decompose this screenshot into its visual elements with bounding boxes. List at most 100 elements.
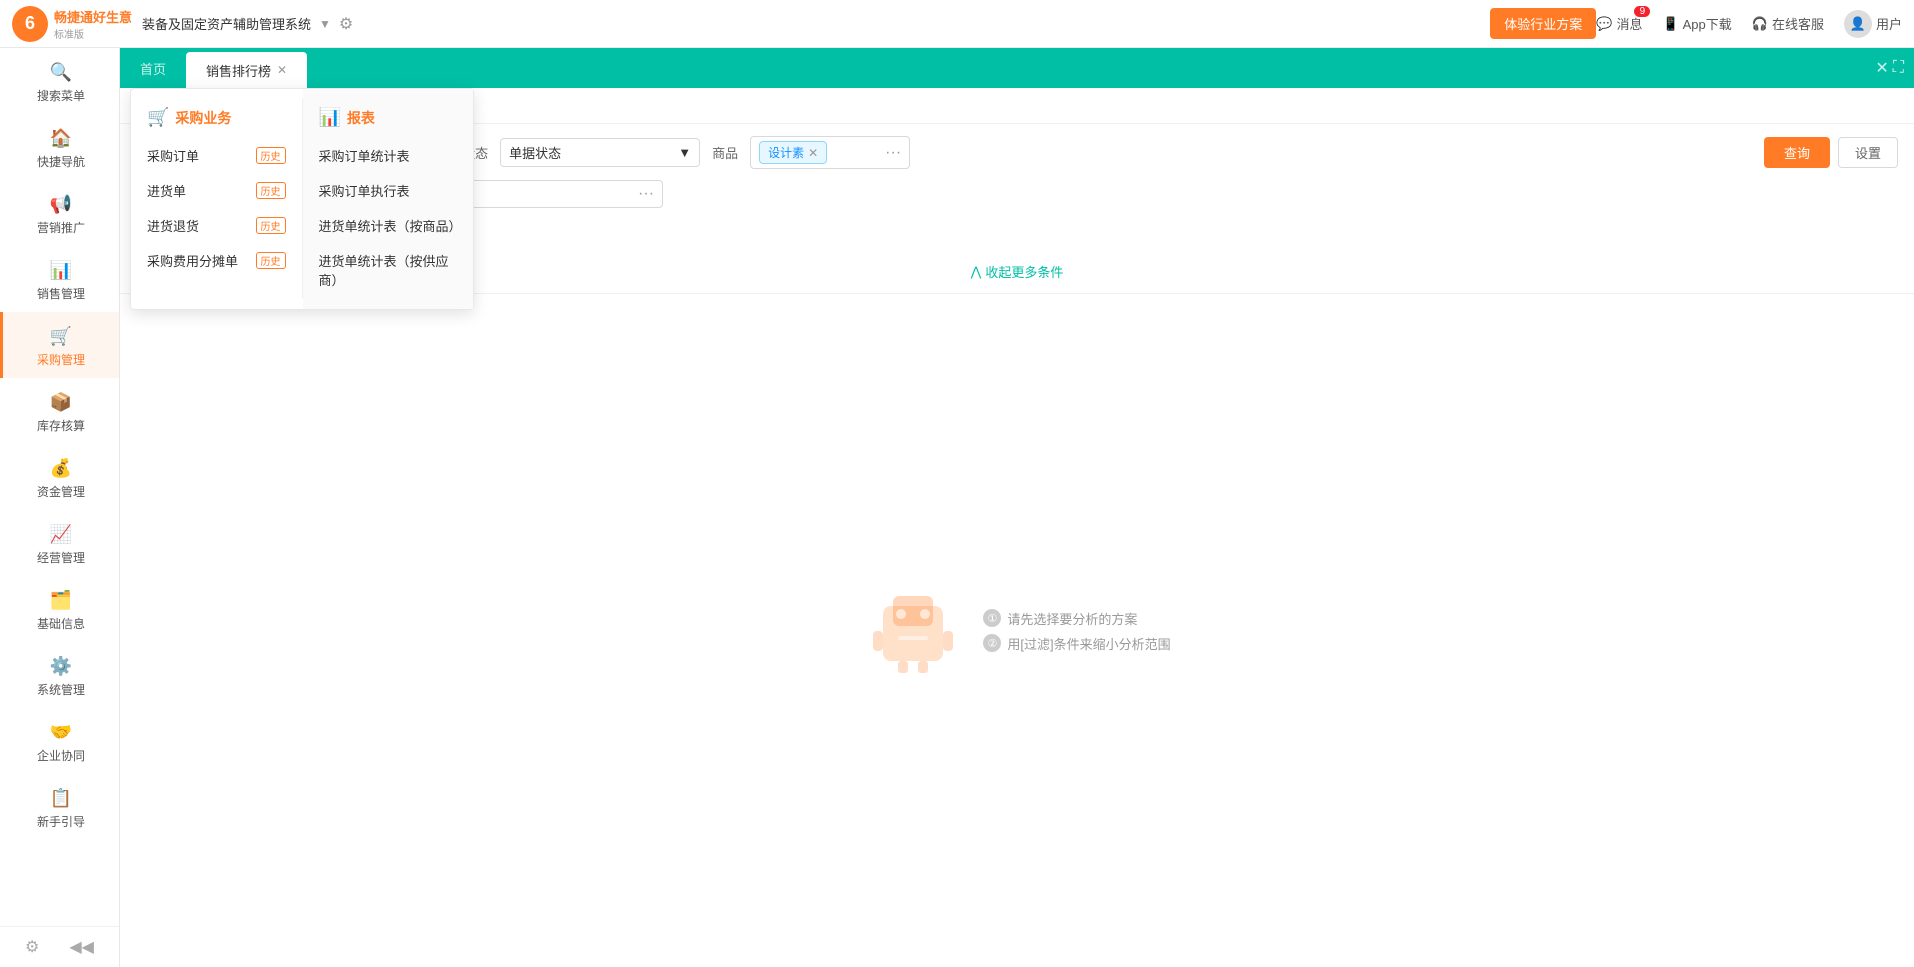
sidebar-label-sales: 销售管理 [37,285,85,302]
search-icon: 🔍 [50,62,72,83]
empty-text: ① 请先选择要分析的方案 ② 用[过滤]条件来缩小分析范围 [983,609,1170,653]
online-service-label: 在线客服 [1772,14,1824,33]
tab-resize-icon[interactable]: ⛶ [1893,59,1904,77]
purchase-dropdown-menu: 🛒 采购业务 采购订单 历史 进货单 历史 进货退货 历史 采购费用分摊单 [130,88,474,310]
sales-icon: 📊 [50,260,72,281]
salesperson-dots[interactable]: ··· [638,185,654,203]
goods-tag: 设计素 ✕ [759,141,827,164]
goods-label: 商品 [712,143,738,162]
sidebar-item-system[interactable]: ⚙️ 系统管理 [0,642,119,708]
tab-bar: 首页 销售排行榜 ✕ ✕ ⛶ [120,48,1914,88]
collapse-label: 收起更多条件 [985,262,1063,281]
salesperson-select[interactable]: ··· [463,180,663,208]
sidebar-item-finance[interactable]: 💰 资金管理 [0,444,119,510]
message-icon: 💬 [1596,16,1612,32]
logo-icon: 6 [12,6,48,42]
dropdown-purchase-header: 🛒 采购业务 [131,101,302,138]
sidebar-item-purchase[interactable]: 🛒 采购管理 [0,312,119,378]
report-item-1-label: 采购订单执行表 [319,181,410,200]
dropdown-item-purchase-order-exec[interactable]: 采购订单执行表 [303,173,474,208]
sidebar-label-marketing: 营销推广 [37,219,85,236]
goods-dots[interactable]: ··· [885,144,901,162]
set-button[interactable]: 设置 [1838,137,1898,168]
sidebar-item-guide[interactable]: 📋 新手引导 [0,774,119,840]
sidebar-item-inventory[interactable]: 📦 库存核算 [0,378,119,444]
sidebar-item-quick-nav[interactable]: 🏠 快捷导航 [0,114,119,180]
dropdown-item-purchase-goods[interactable]: 进货单 历史 [131,173,302,208]
main-area: 首页 销售排行榜 ✕ ✕ ⛶ ❓ 帮助 🖨 按模板打印 [120,48,1914,967]
sidebar-item-search[interactable]: 🔍 搜索菜单 [0,48,119,114]
purchase-goods-hist: 历史 [256,182,286,199]
dropdown-item-purchase-order[interactable]: 采购订单 历史 [131,138,302,173]
purchase-expense-hist: 历史 [256,252,286,269]
empty-robot-icon [863,586,963,676]
logo-text: 畅捷通好生意 标准版 [54,7,132,41]
empty-content: ① 请先选择要分析的方案 ② 用[过滤]条件来缩小分析范围 [863,586,1170,676]
collapse-button[interactable]: ⋀ 收起更多条件 [971,262,1064,281]
empty-num-2: ② [983,634,1001,652]
sidebar-item-operations[interactable]: 📈 经营管理 [0,510,119,576]
tab-close-all-icon[interactable]: ✕ [1875,58,1888,78]
tab-home-label: 首页 [140,59,166,78]
sidebar-item-basic[interactable]: 🗂️ 基础信息 [0,576,119,642]
dropdown-report-header: 📊 报表 [303,101,474,138]
online-service-btn[interactable]: 🎧 在线客服 [1752,14,1824,33]
message-badge: 9 [1634,6,1650,17]
goods-tag-close[interactable]: ✕ [808,146,818,160]
purchase-return-hist: 历史 [256,217,286,234]
system-name-arrow-icon[interactable]: ▼ [319,17,331,31]
sidebar-collapse-icon[interactable]: ◀◀ [69,937,94,957]
top-bar: 6 畅捷通好生意 标准版 装备及固定资产辅助管理系统 ▼ ⚙ 体验行业方案 💬 … [0,0,1914,48]
doc-status-value: 单据状态 [509,143,561,162]
filter-actions: 查询 设置 [1764,137,1898,168]
message-btn[interactable]: 💬 消息 9 [1596,14,1642,33]
sidebar-label-enterprise: 企业协同 [37,747,85,764]
settings-icon[interactable]: ⚙ [339,14,353,34]
finance-icon: 💰 [50,458,72,479]
report-item-3-label: 进货单统计表（按供应商） [319,251,458,289]
app-download-btn[interactable]: 📱 App下载 [1662,14,1731,33]
sidebar-bottom: ⚙ ◀◀ [0,926,119,967]
sidebar-item-enterprise[interactable]: 🤝 企业协同 [0,708,119,774]
user-label: 用户 [1876,14,1902,33]
doc-status-arrow: ▼ [678,145,691,160]
empty-hint-1-text: 请先选择要分析的方案 [1007,609,1137,628]
empty-state: ① 请先选择要分析的方案 ② 用[过滤]条件来缩小分析范围 [120,294,1914,967]
doc-status-select[interactable]: 单据状态 ▼ [500,138,700,167]
dropdown-purchase-title: 采购业务 [175,108,231,128]
sidebar-label-system: 系统管理 [37,681,85,698]
report-item-0-label: 采购订单统计表 [319,146,410,165]
tab-sales-rank[interactable]: 销售排行榜 ✕ [186,52,307,88]
sidebar-label-basic: 基础信息 [37,615,85,632]
sidebar-settings-icon[interactable]: ⚙ [25,937,39,957]
dropdown-item-purchase-expense[interactable]: 采购费用分摊单 历史 [131,243,302,278]
tab-home[interactable]: 首页 [120,48,186,88]
report-col-icon: 📊 [319,107,341,128]
query-button[interactable]: 查询 [1764,137,1830,168]
purchase-goods-label: 进货单 [147,181,186,200]
tab-sales-rank-label: 销售排行榜 [206,61,271,80]
dropdown-report-title: 报表 [347,108,375,128]
purchase-order-label: 采购订单 [147,146,199,165]
user-btn[interactable]: 👤 用户 [1844,10,1902,38]
layout: 🔍 搜索菜单 🏠 快捷导航 📢 营销推广 📊 销售管理 🛒 采购管理 📦 库存核… [0,48,1914,967]
empty-illustration [863,586,963,676]
inventory-icon: 📦 [50,392,72,413]
tab-close-icon[interactable]: ✕ [277,63,287,77]
logo-area: 6 畅捷通好生意 标准版 [12,6,132,42]
dropdown-item-goods-stat[interactable]: 进货单统计表（按商品） [303,208,474,243]
dropdown-item-supplier-stat[interactable]: 进货单统计表（按供应商） [303,243,474,297]
sidebar-item-sales[interactable]: 📊 销售管理 [0,246,119,312]
goods-select[interactable]: 设计素 ✕ ··· [750,136,910,169]
sidebar-label-purchase: 采购管理 [37,351,85,368]
sidebar-label-quick-nav: 快捷导航 [37,153,85,170]
sidebar: 🔍 搜索菜单 🏠 快捷导航 📢 营销推广 📊 销售管理 🛒 采购管理 📦 库存核… [0,48,120,967]
basic-icon: 🗂️ [50,590,72,611]
empty-hint-2: ② 用[过滤]条件来缩小分析范围 [983,634,1170,653]
dropdown-item-purchase-order-stat[interactable]: 采购订单统计表 [303,138,474,173]
industry-btn[interactable]: 体验行业方案 [1490,8,1596,39]
sidebar-item-marketing[interactable]: 📢 营销推广 [0,180,119,246]
purchase-order-hist: 历史 [256,147,286,164]
dropdown-item-purchase-return[interactable]: 进货退货 历史 [131,208,302,243]
system-name-text: 装备及固定资产辅助管理系统 [142,14,311,33]
